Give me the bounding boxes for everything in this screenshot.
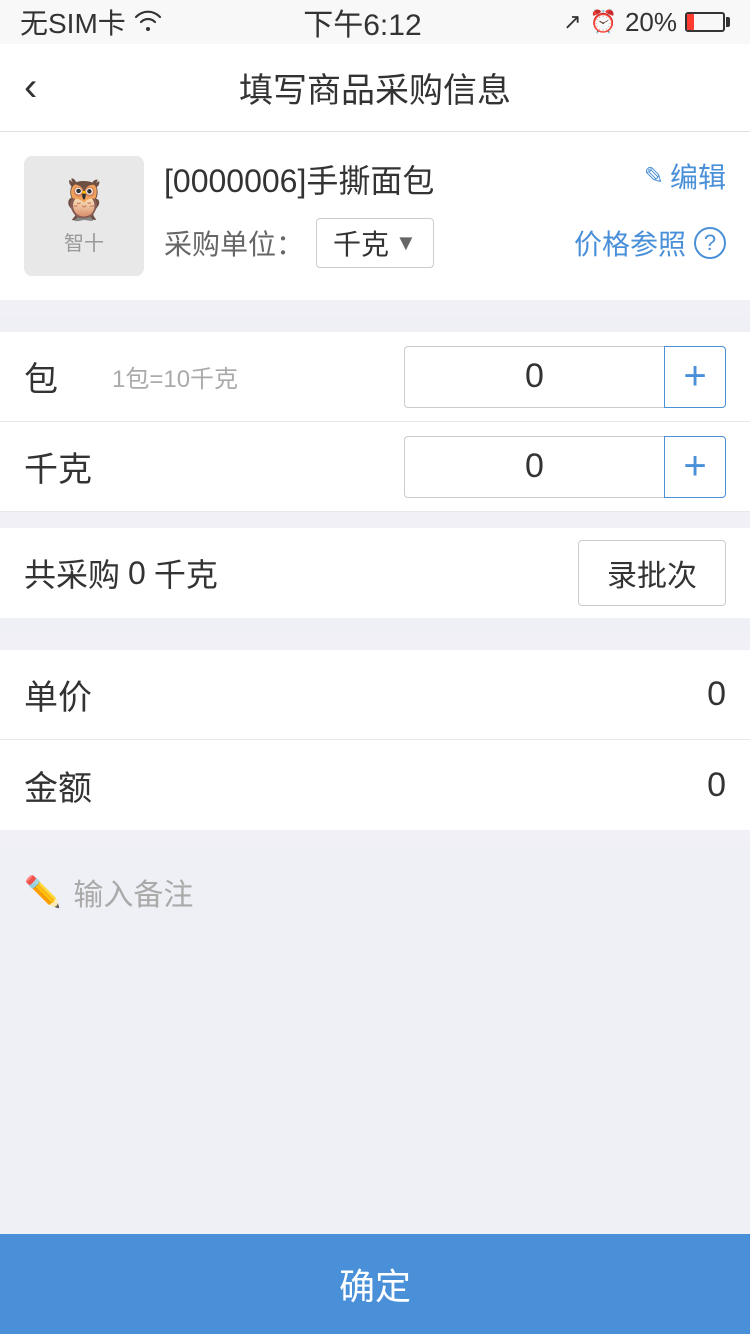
kg-input-row: 千克 + [0,422,750,512]
nav-bar: ‹ 填写商品采购信息 [0,44,750,132]
unit-value: 千克 [333,223,389,263]
unit-dropdown[interactable]: 千克 ▼ [316,218,434,268]
kg-plus-button[interactable]: + [664,436,726,498]
confirm-button[interactable]: 确定 [0,1234,750,1334]
kg-input[interactable] [404,436,664,498]
status-right: ↗ ⏰ 20% [563,7,730,38]
unit-price-value: 0 [707,675,726,714]
summary-prefix: 共采购 [24,550,120,596]
edit-button[interactable]: ✎ 编辑 [644,156,726,196]
product-meta: 采购单位： 千克 ▼ 价格参照 ? [164,218,726,268]
detail-section: 单价 0 金额 0 [0,650,750,830]
record-batch-button[interactable]: 录批次 [578,540,726,606]
product-info: [0000006]手撕面包 ✎ 编辑 采购单位： 千克 ▼ 价格参照 ? [164,156,726,268]
unit-price-label: 单价 [24,670,92,719]
summary-section: 共采购 0 千克 录批次 [0,528,750,618]
dropdown-arrow-icon: ▼ [395,230,417,256]
bao-label: 包 [24,352,104,401]
product-header: [0000006]手撕面包 ✎ 编辑 [164,156,726,202]
section-divider-2 [0,618,750,634]
note-placeholder-text: 输入备注 [73,870,193,914]
back-button[interactable]: ‹ [24,65,37,110]
wifi-icon [134,6,162,38]
product-logo-label: 智十 [64,227,104,256]
summary-unit: 千克 [154,550,218,596]
summary-row: 共采购 0 千克 录批次 [0,528,750,618]
note-section[interactable]: ✏️ 输入备注 [0,846,750,938]
price-ref-label: 价格参照 [574,223,686,263]
price-ref-help-icon: ? [694,227,726,259]
location-icon: ↗ [563,9,581,35]
price-ref-button[interactable]: 价格参照 ? [574,223,726,263]
status-bar: 无SIM卡 下午6:12 ↗ ⏰ 20% [0,0,750,44]
product-card: 🦉 智十 [0000006]手撕面包 ✎ 编辑 采购单位： 千克 ▼ 价格参照 … [0,132,750,300]
carrier-text: 无SIM卡 [20,2,126,42]
product-thumbnail: 🦉 智十 [24,156,144,276]
edit-icon: ✎ [644,162,664,191]
product-logo-icon: 🦉 [59,176,109,223]
battery-pct: 20% [625,7,677,38]
unit-price-row: 单价 0 [0,650,750,740]
status-time: 下午6:12 [303,0,421,44]
summary-text: 共采购 0 千克 [24,550,218,596]
product-name: [0000006]手撕面包 [164,156,434,202]
edit-label: 编辑 [670,156,726,196]
alarm-icon: ⏰ [590,9,617,35]
kg-field-wrap: + [104,436,726,498]
content-area [0,938,750,1238]
note-pencil-icon: ✏️ [24,875,61,910]
amount-row: 金额 0 [0,740,750,830]
unit-prefix: 采购单位： [164,223,304,263]
confirm-button-label: 确定 [339,1258,411,1310]
bao-field-wrap: + [238,346,726,408]
bao-input-row: 包 1包=10千克 + [0,332,750,422]
summary-amount: 0 [128,555,146,592]
bao-plus-button[interactable]: + [664,346,726,408]
unit-row: 采购单位： 千克 ▼ [164,218,434,268]
bao-input[interactable] [404,346,664,408]
section-divider-1 [0,316,750,332]
bao-sublabel: 1包=10千克 [112,359,238,394]
amount-value: 0 [707,766,726,805]
status-left: 无SIM卡 [20,2,162,42]
input-section: 包 1包=10千克 + 千克 + [0,332,750,512]
kg-label: 千克 [24,442,104,491]
amount-label: 金额 [24,761,92,810]
battery-icon [685,12,730,32]
page-title: 填写商品采购信息 [239,63,511,112]
